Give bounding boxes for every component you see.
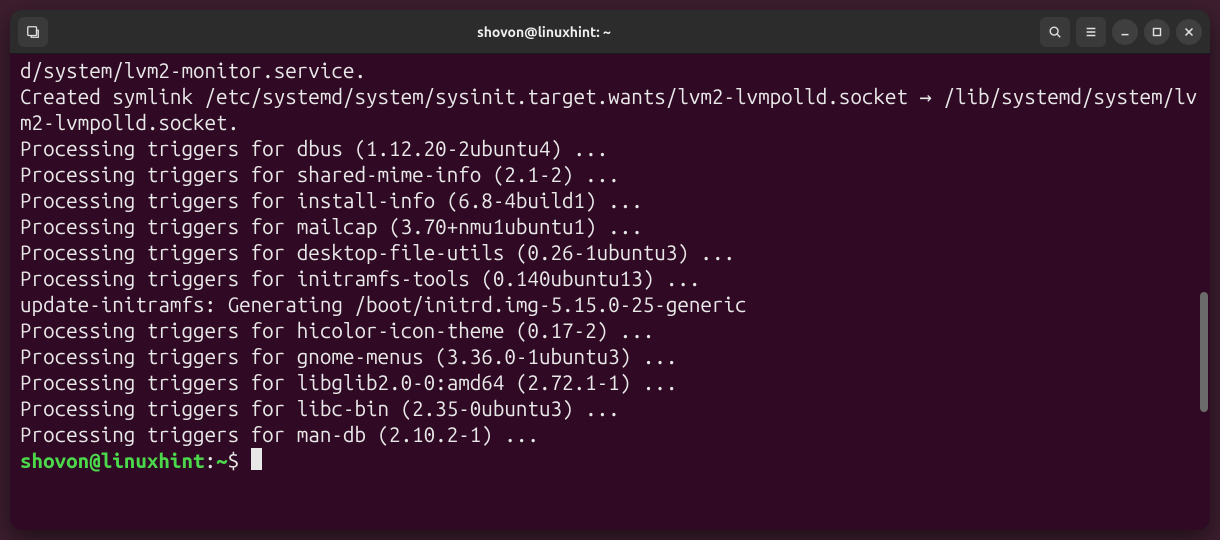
minimize-button[interactable] [1112,19,1138,45]
minimize-icon [1118,25,1132,39]
close-button[interactable] [1176,19,1202,45]
output-line: Processing triggers for man-db (2.10.2-1… [20,423,539,446]
output-line: Processing triggers for desktop-file-uti… [20,241,735,264]
output-line: Processing triggers for libglib2.0-0:amd… [20,371,677,394]
search-button[interactable] [1040,17,1070,47]
prompt-symbol: $ [228,449,240,472]
cursor [251,448,262,470]
terminal-body[interactable]: d/system/lvm2-monitor.service. Created s… [10,54,1210,530]
scrollbar-thumb[interactable] [1200,292,1208,412]
prompt-path: ~ [216,449,228,472]
terminal-output: d/system/lvm2-monitor.service. Created s… [20,58,1208,474]
terminal-window: shovon@linuxhint: ~ [10,10,1210,530]
menu-button[interactable] [1076,17,1106,47]
output-line: Processing triggers for dbus (1.12.20-2u… [20,137,608,160]
maximize-button[interactable] [1144,19,1170,45]
output-line: Processing triggers for shared-mime-info… [20,163,620,186]
prompt-user-host: shovon@linuxhint [20,449,205,472]
search-icon [1048,25,1062,39]
output-line: Processing triggers for initramfs-tools … [20,267,700,290]
output-line: Created symlink /etc/systemd/system/sysi… [20,85,1197,134]
output-line: Processing triggers for install-info (6.… [20,189,643,212]
window-title: shovon@linuxhint: ~ [477,24,611,40]
output-line: Processing triggers for libc-bin (2.35-0… [20,397,620,420]
hamburger-icon [1084,25,1098,39]
output-line: d/system/lvm2-monitor.service. [20,59,366,82]
close-icon [1182,25,1196,39]
new-tab-icon [26,25,40,39]
prompt-colon: : [205,449,217,472]
output-line: Processing triggers for mailcap (3.70+nm… [20,215,643,238]
output-line: update-initramfs: Generating /boot/initr… [20,293,747,316]
output-line: Processing triggers for gnome-menus (3.3… [20,345,677,368]
titlebar: shovon@linuxhint: ~ [10,10,1210,54]
new-tab-button[interactable] [18,17,48,47]
maximize-icon [1150,25,1164,39]
output-line: Processing triggers for hicolor-icon-the… [20,319,654,342]
